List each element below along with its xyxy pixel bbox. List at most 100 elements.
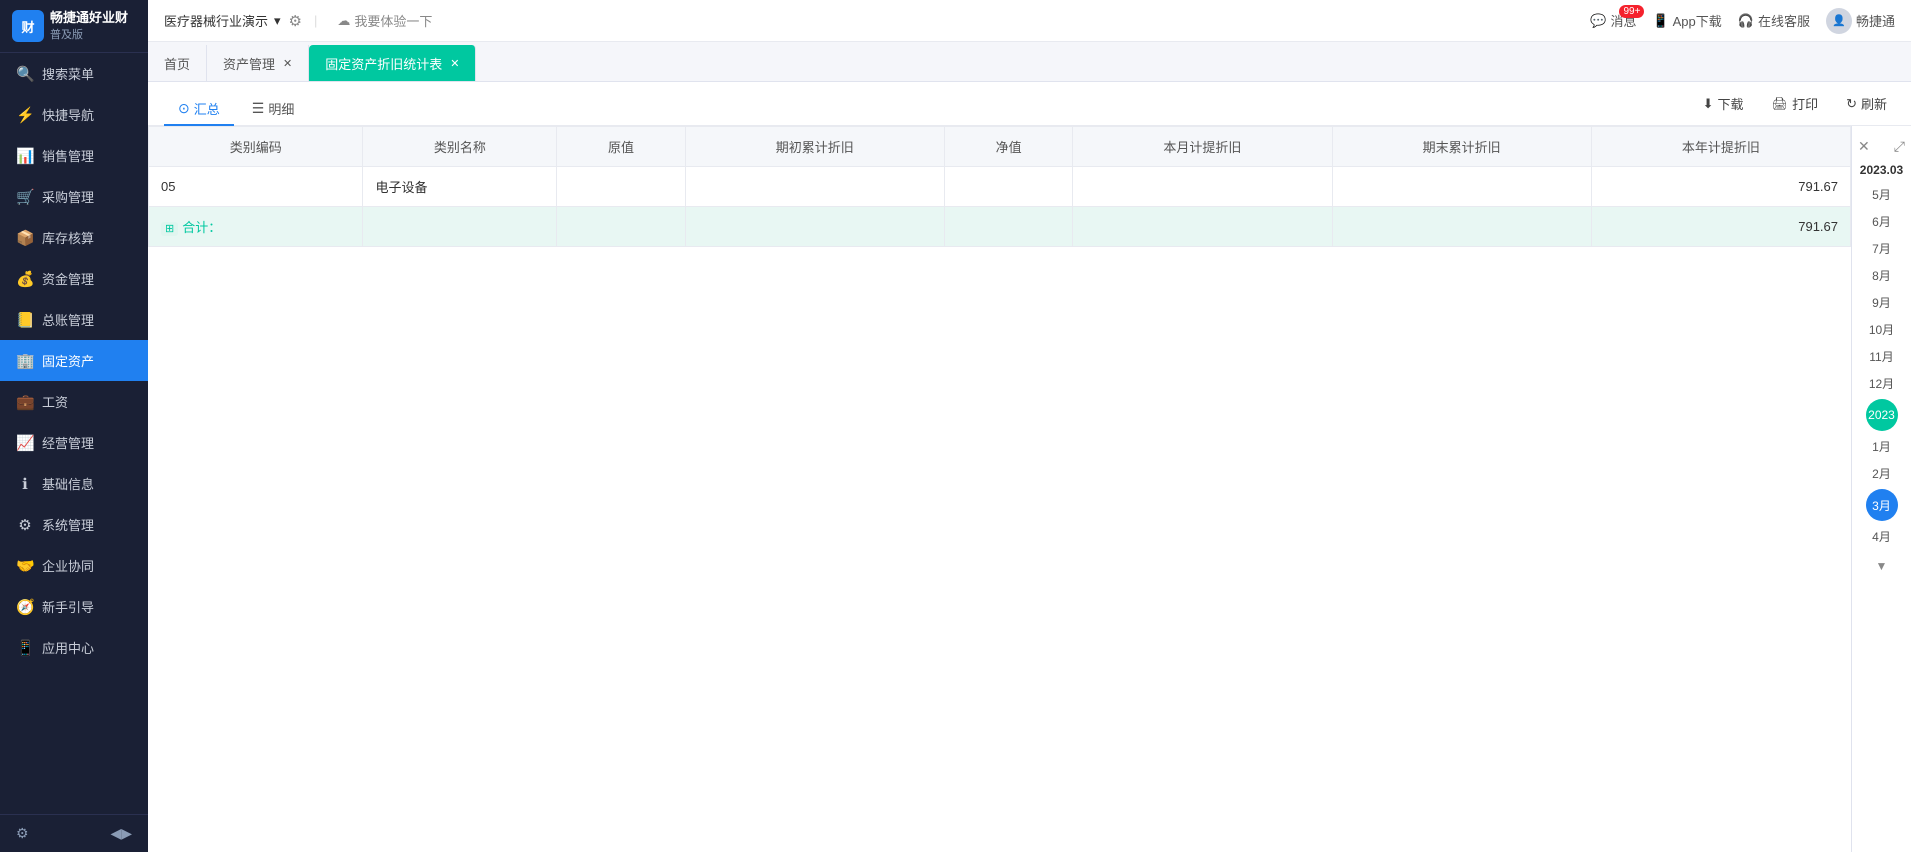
sidebar-item-purchase[interactable]: 🛒 采购管理 — [0, 176, 148, 217]
experience-btn[interactable]: ☁ 我要体验一下 — [337, 11, 432, 30]
sidebar-item-label: 固定资产 — [42, 351, 94, 370]
sidebar-item-label: 企业协同 — [42, 556, 94, 575]
panel-month-5[interactable]: 5月 — [1852, 181, 1911, 208]
sidebar-item-enterprise[interactable]: 🤝 企业协同 — [0, 545, 148, 586]
panel-month-8[interactable]: 8月 — [1852, 262, 1911, 289]
sidebar-item-search[interactable]: 🔍 搜索菜单 — [0, 53, 148, 94]
sidebar-item-label: 系统管理 — [42, 515, 94, 534]
subtabs: ⊙ 汇总 ☰ 明细 — [148, 82, 324, 125]
sidebar-item-label: 资金管理 — [42, 269, 94, 288]
settings-icon[interactable]: ⚙ — [16, 825, 29, 842]
total-row: ⊞合计： 791.67 — [149, 207, 1851, 247]
refresh-label: 刷新 — [1861, 94, 1887, 113]
col-monthly-depr: 本月计提折旧 — [1073, 127, 1332, 167]
online-service-label: 在线客服 — [1758, 11, 1810, 30]
panel-month-2[interactable]: 2月 — [1852, 460, 1911, 487]
panel-year-2023[interactable]: 2023 — [1852, 397, 1911, 433]
system-icon: ⚙ — [16, 516, 34, 534]
cell-code: 05 — [149, 167, 363, 207]
panel-month-1[interactable]: 1月 — [1852, 433, 1911, 460]
table-header-row: 类别编码 类别名称 原值 期初累计折旧 净值 本月计提折旧 期末累计折旧 本年计… — [149, 127, 1851, 167]
refresh-button[interactable]: ↻ 刷新 — [1838, 90, 1895, 117]
sidebar: 财 畅捷通好业财 普及版 🔍 搜索菜单 ⚡ 快捷导航 📊 销售管理 🛒 采购管理… — [0, 0, 148, 852]
col-name: 类别名称 — [363, 127, 557, 167]
topbar: 医疗器械行业演示 ▾ ⚙ | ☁ 我要体验一下 💬 消息 99+ 📱 App下载… — [148, 0, 1911, 42]
sales-icon: 📊 — [16, 147, 34, 165]
sidebar-item-label: 工资 — [42, 392, 68, 411]
purchase-icon: 🛒 — [16, 188, 34, 206]
sidebar-item-system[interactable]: ⚙ 系统管理 — [0, 504, 148, 545]
ledger-icon: 📒 — [16, 311, 34, 329]
print-button[interactable]: 🖨 打印 — [1764, 90, 1827, 117]
total-net — [944, 207, 1072, 247]
download-button[interactable]: ⬇ 下载 — [1695, 90, 1752, 117]
panel-month-9[interactable]: 9月 — [1852, 289, 1911, 316]
sidebar-scroll: 🔍 搜索菜单 ⚡ 快捷导航 📊 销售管理 🛒 采购管理 📦 库存核算 💰 资金管… — [0, 53, 148, 814]
sidebar-item-basicinfo[interactable]: ℹ 基础信息 — [0, 463, 148, 504]
payroll-icon: 💼 — [16, 393, 34, 411]
sidebar-item-finance[interactable]: 💰 资金管理 — [0, 258, 148, 299]
tab-label: 固定资产折旧统计表 — [325, 54, 442, 73]
panel-month-11[interactable]: 11月 — [1852, 343, 1911, 370]
user-menu[interactable]: 👤 畅捷通 — [1826, 8, 1895, 34]
sidebar-item-quicknav[interactable]: ⚡ 快捷导航 — [0, 94, 148, 135]
collapse-icon[interactable]: ◀▶ — [110, 825, 132, 842]
experience-label: 我要体验一下 — [354, 11, 432, 30]
panel-month-10[interactable]: 10月 — [1852, 316, 1911, 343]
messages-btn[interactable]: 💬 消息 99+ — [1590, 11, 1636, 30]
fixedassets-icon: 🏢 — [16, 352, 34, 370]
panel-close-btn[interactable]: ✕ — [1858, 138, 1870, 155]
service-icon: 🎧 — [1738, 13, 1754, 29]
sidebar-item-operations[interactable]: 📈 经营管理 — [0, 422, 148, 463]
subtab-detail[interactable]: ☰ 明细 — [238, 93, 309, 126]
sidebar-item-ledger[interactable]: 📒 总账管理 — [0, 299, 148, 340]
sidebar-item-payroll[interactable]: 💼 工资 — [0, 381, 148, 422]
sidebar-item-appcenter[interactable]: 📱 应用中心 — [0, 627, 148, 668]
panel-header: ✕ ⤢ — [1852, 134, 1911, 159]
panel-expand-btn[interactable]: ⤢ — [1894, 138, 1905, 155]
panel-nav-down[interactable]: ▼ — [1868, 552, 1896, 580]
panel-month-6[interactable]: 6月 — [1852, 208, 1911, 235]
tab-assets-mgmt[interactable]: 资产管理 ✕ — [207, 45, 309, 81]
quicknav-icon: ⚡ — [16, 106, 34, 124]
online-service-btn[interactable]: 🎧 在线客服 — [1738, 11, 1810, 30]
company-name: 医疗器械行业演示 — [164, 11, 268, 30]
sidebar-item-label: 应用中心 — [42, 638, 94, 657]
panel-month-7[interactable]: 7月 — [1852, 235, 1911, 262]
tab-depreciation-report[interactable]: 固定资产折旧统计表 ✕ — [309, 45, 476, 81]
company-selector[interactable]: 医疗器械行业演示 ▾ — [164, 11, 281, 30]
total-badge: ⊞ — [161, 222, 178, 236]
panel-year-label: 2023.03 — [1852, 159, 1911, 181]
toolbar: ⬇ 下载 🖨 打印 ↻ 刷新 — [1679, 82, 1911, 125]
sidebar-item-sales[interactable]: 📊 销售管理 — [0, 135, 148, 176]
panel-month-12[interactable]: 12月 — [1852, 370, 1911, 397]
sidebar-logo: 财 畅捷通好业财 普及版 — [0, 0, 148, 53]
subtab-summary[interactable]: ⊙ 汇总 — [164, 93, 234, 126]
col-original: 原值 — [557, 127, 685, 167]
sidebar-item-guide[interactable]: 🧭 新手引导 — [0, 586, 148, 627]
panel-month-4[interactable]: 4月 — [1852, 523, 1911, 550]
total-monthly-depr — [1073, 207, 1332, 247]
message-icon: 💬 — [1590, 13, 1606, 29]
col-closing-accum: 期末累计折旧 — [1332, 127, 1591, 167]
sidebar-item-label: 快捷导航 — [42, 105, 94, 124]
tab-home[interactable]: 首页 — [148, 45, 207, 81]
table-row: 05 电子设备 791.67 — [149, 167, 1851, 207]
close-icon[interactable]: ✕ — [283, 57, 292, 70]
close-icon[interactable]: ✕ — [450, 57, 459, 70]
operations-icon: 📈 — [16, 434, 34, 452]
sidebar-item-label: 基础信息 — [42, 474, 94, 493]
sidebar-item-inventory[interactable]: 📦 库存核算 — [0, 217, 148, 258]
app-download-btn[interactable]: 📱 App下载 — [1652, 11, 1721, 30]
finance-icon: 💰 — [16, 270, 34, 288]
sidebar-bottom: ⚙ ◀▶ — [0, 814, 148, 852]
subtab-label: 明细 — [268, 99, 294, 118]
panel-month-3[interactable]: 3月 — [1852, 487, 1911, 523]
col-net: 净值 — [944, 127, 1072, 167]
sidebar-item-label: 新手引导 — [42, 597, 94, 616]
gear-icon[interactable]: ⚙ — [289, 12, 302, 30]
cell-annual-depr: 791.67 — [1591, 167, 1850, 207]
enterprise-icon: 🤝 — [16, 557, 34, 575]
total-opening-accum — [685, 207, 944, 247]
sidebar-item-fixedassets[interactable]: 🏢 固定资产 — [0, 340, 148, 381]
